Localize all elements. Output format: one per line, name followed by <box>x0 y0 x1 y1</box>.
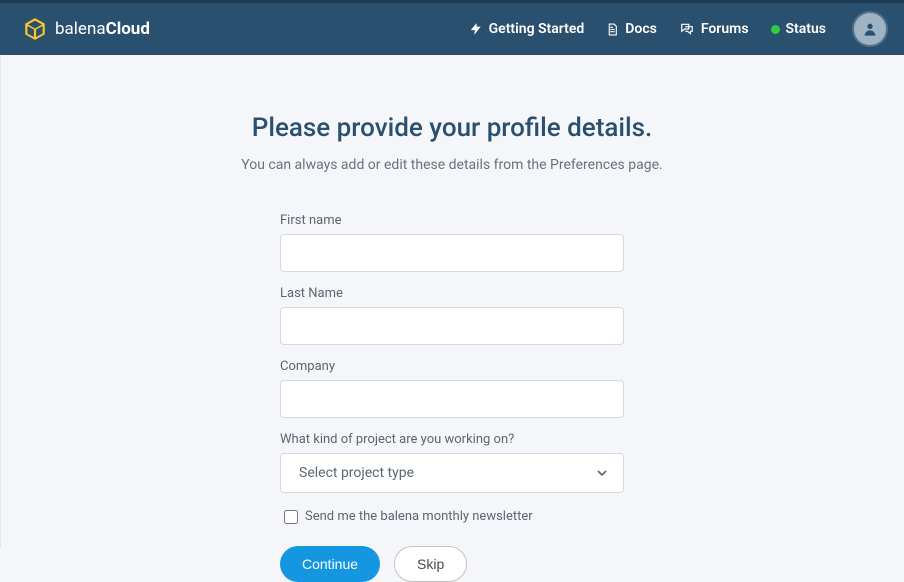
project-select-wrap: Select project type <box>280 453 624 493</box>
newsletter-checkbox[interactable] <box>284 510 298 524</box>
document-icon <box>606 22 619 37</box>
app-header: balenaCloud Getting Started Docs Forums … <box>0 0 904 55</box>
last-name-input[interactable] <box>280 307 624 345</box>
nav-label: Status <box>786 21 826 37</box>
nav-forums[interactable]: Forums <box>679 21 749 37</box>
last-name-label: Last Name <box>280 286 624 301</box>
page-subtitle: You can always add or edit these details… <box>241 157 662 173</box>
company-label: Company <box>280 359 624 374</box>
chat-icon <box>679 22 695 36</box>
newsletter-row: Send me the balena monthly newsletter <box>284 509 624 524</box>
left-edge <box>0 55 8 548</box>
project-field-group: What kind of project are you working on?… <box>280 432 624 493</box>
first-name-label: First name <box>280 213 624 228</box>
header-nav: Getting Started Docs Forums Status <box>469 13 886 45</box>
newsletter-label: Send me the balena monthly newsletter <box>305 509 533 524</box>
lightning-icon <box>469 22 483 36</box>
project-label: What kind of project are you working on? <box>280 432 624 447</box>
nav-status[interactable]: Status <box>771 21 826 37</box>
first-name-field-group: First name <box>280 213 624 272</box>
brand-text: balenaCloud <box>55 19 150 39</box>
user-avatar[interactable] <box>854 13 886 45</box>
nav-label: Docs <box>625 21 657 37</box>
last-name-field-group: Last Name <box>280 286 624 345</box>
brand-logo[interactable]: balenaCloud <box>22 16 150 42</box>
company-input[interactable] <box>280 380 624 418</box>
user-icon <box>862 21 878 37</box>
nav-docs[interactable]: Docs <box>606 21 657 37</box>
select-value: Select project type <box>299 465 414 481</box>
nav-getting-started[interactable]: Getting Started <box>469 21 585 37</box>
continue-button[interactable]: Continue <box>280 546 380 582</box>
skip-button[interactable]: Skip <box>394 546 467 582</box>
profile-form: First name Last Name Company What kind o… <box>280 213 624 582</box>
company-field-group: Company <box>280 359 624 418</box>
project-type-select[interactable]: Select project type <box>280 453 624 493</box>
nav-label: Forums <box>701 21 749 37</box>
status-indicator-icon <box>771 25 780 34</box>
nav-label: Getting Started <box>489 21 585 37</box>
main-content: Please provide your profile details. You… <box>0 55 904 582</box>
page-title: Please provide your profile details. <box>252 113 653 143</box>
cube-icon <box>22 16 48 42</box>
form-actions: Continue Skip <box>280 546 624 582</box>
first-name-input[interactable] <box>280 234 624 272</box>
